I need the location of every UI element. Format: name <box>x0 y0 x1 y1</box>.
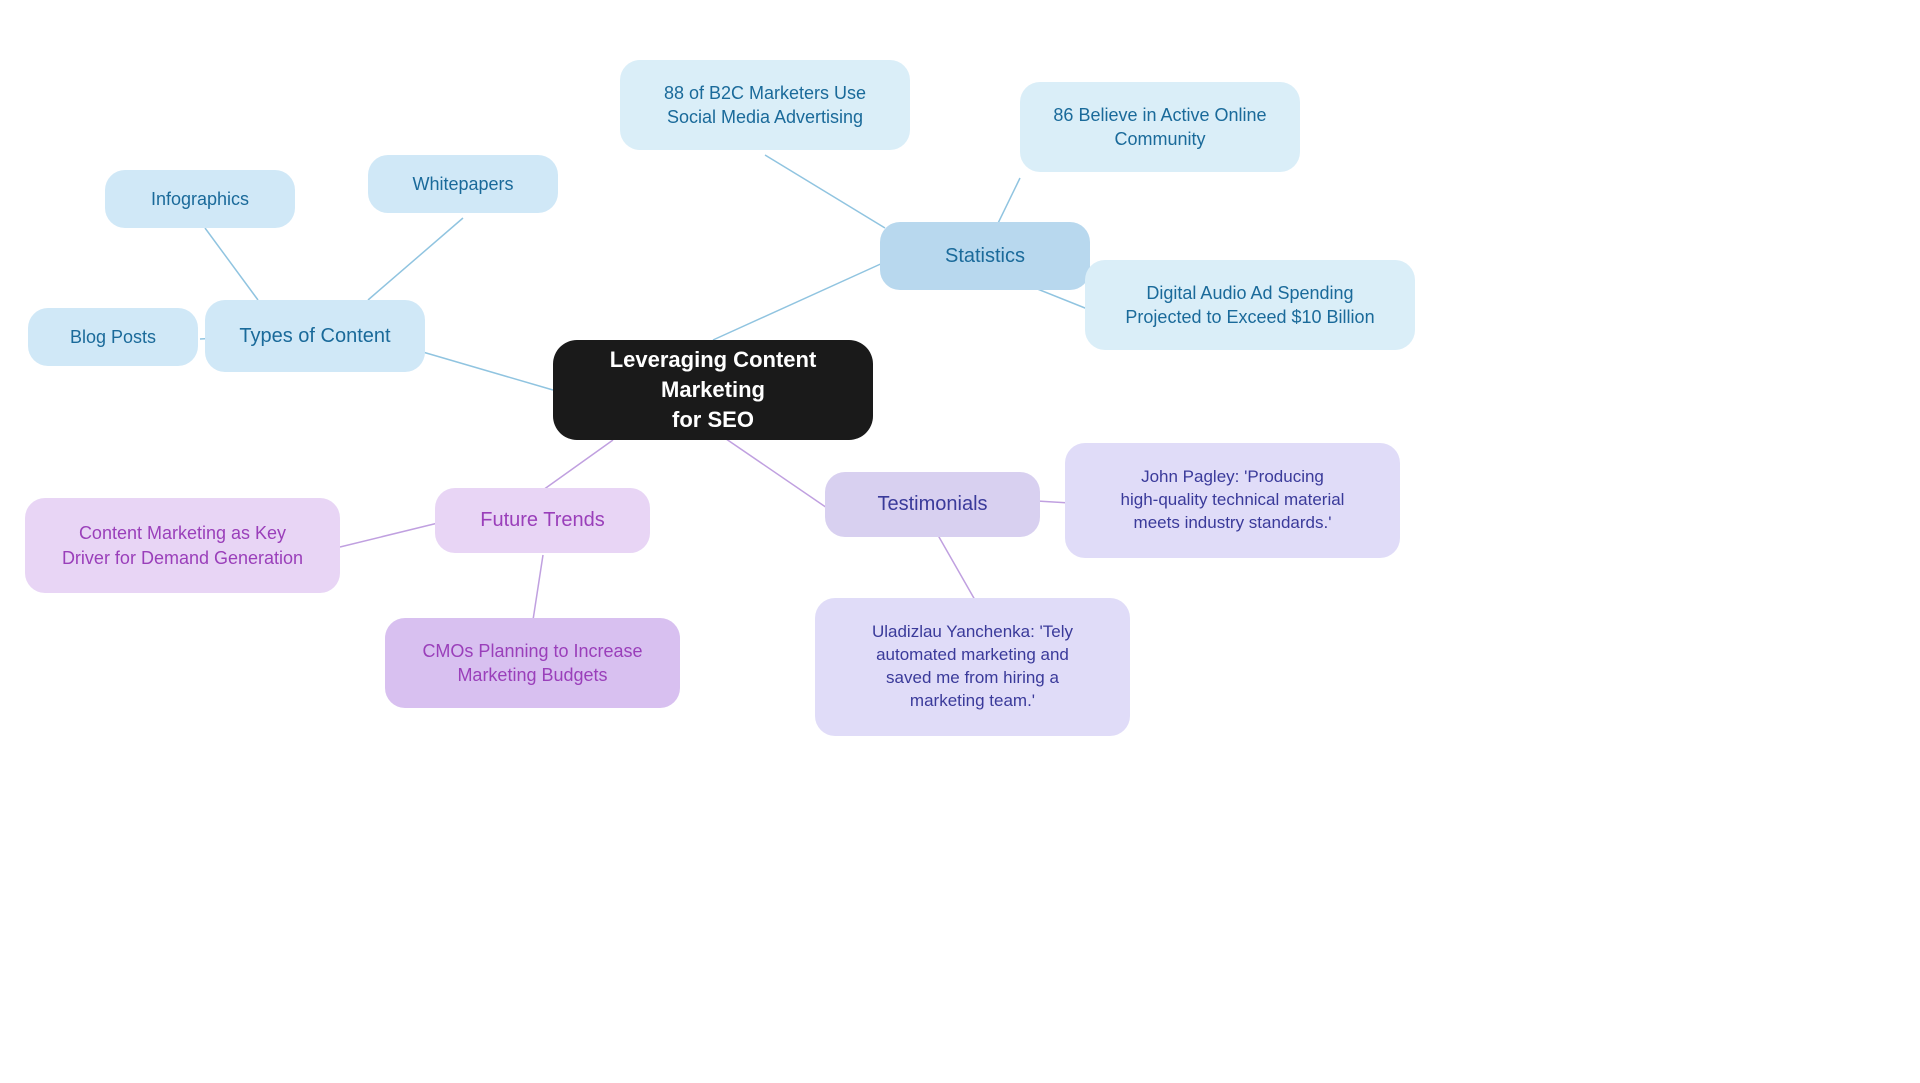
center-node: Leveraging Content Marketing for SEO <box>553 340 873 440</box>
content-marketing-driver-node: Content Marketing as Key Driver for Dema… <box>25 498 340 593</box>
future-trends-node: Future Trends <box>435 488 650 553</box>
b2c-marketers-node: 88 of B2C Marketers Use Social Media Adv… <box>620 60 910 150</box>
digital-audio-label: Digital Audio Ad Spending Projected to E… <box>1125 281 1374 330</box>
blog-posts-label: Blog Posts <box>70 325 156 349</box>
john-pagley-node: John Pagley: 'Producing high-quality tec… <box>1065 443 1400 558</box>
center-label: Leveraging Content Marketing for SEO <box>573 345 853 434</box>
testimonials-label: Testimonials <box>877 491 987 518</box>
john-pagley-label: John Pagley: 'Producing high-quality tec… <box>1121 466 1345 535</box>
believe-online-label: 86 Believe in Active Online Community <box>1053 103 1266 152</box>
whitepapers-node: Whitepapers <box>368 155 558 213</box>
future-trends-label: Future Trends <box>480 507 605 534</box>
content-marketing-driver-label: Content Marketing as Key Driver for Dema… <box>62 521 303 570</box>
types-of-content-node: Types of Content <box>205 300 425 372</box>
cmos-planning-node: CMOs Planning to Increase Marketing Budg… <box>385 618 680 708</box>
digital-audio-node: Digital Audio Ad Spending Projected to E… <box>1085 260 1415 350</box>
whitepapers-label: Whitepapers <box>412 172 513 196</box>
statistics-node: Statistics <box>880 222 1090 290</box>
uladizlau-label: Uladizlau Yanchenka: 'Tely automated mar… <box>872 621 1073 713</box>
believe-online-node: 86 Believe in Active Online Community <box>1020 82 1300 172</box>
uladizlau-node: Uladizlau Yanchenka: 'Tely automated mar… <box>815 598 1130 736</box>
blog-posts-node: Blog Posts <box>28 308 198 366</box>
testimonials-node: Testimonials <box>825 472 1040 537</box>
infographics-label: Infographics <box>151 187 249 211</box>
b2c-marketers-label: 88 of B2C Marketers Use Social Media Adv… <box>664 81 866 130</box>
infographics-node: Infographics <box>105 170 295 228</box>
statistics-label: Statistics <box>945 243 1025 270</box>
cmos-planning-label: CMOs Planning to Increase Marketing Budg… <box>422 639 642 688</box>
types-of-content-label: Types of Content <box>239 323 390 350</box>
